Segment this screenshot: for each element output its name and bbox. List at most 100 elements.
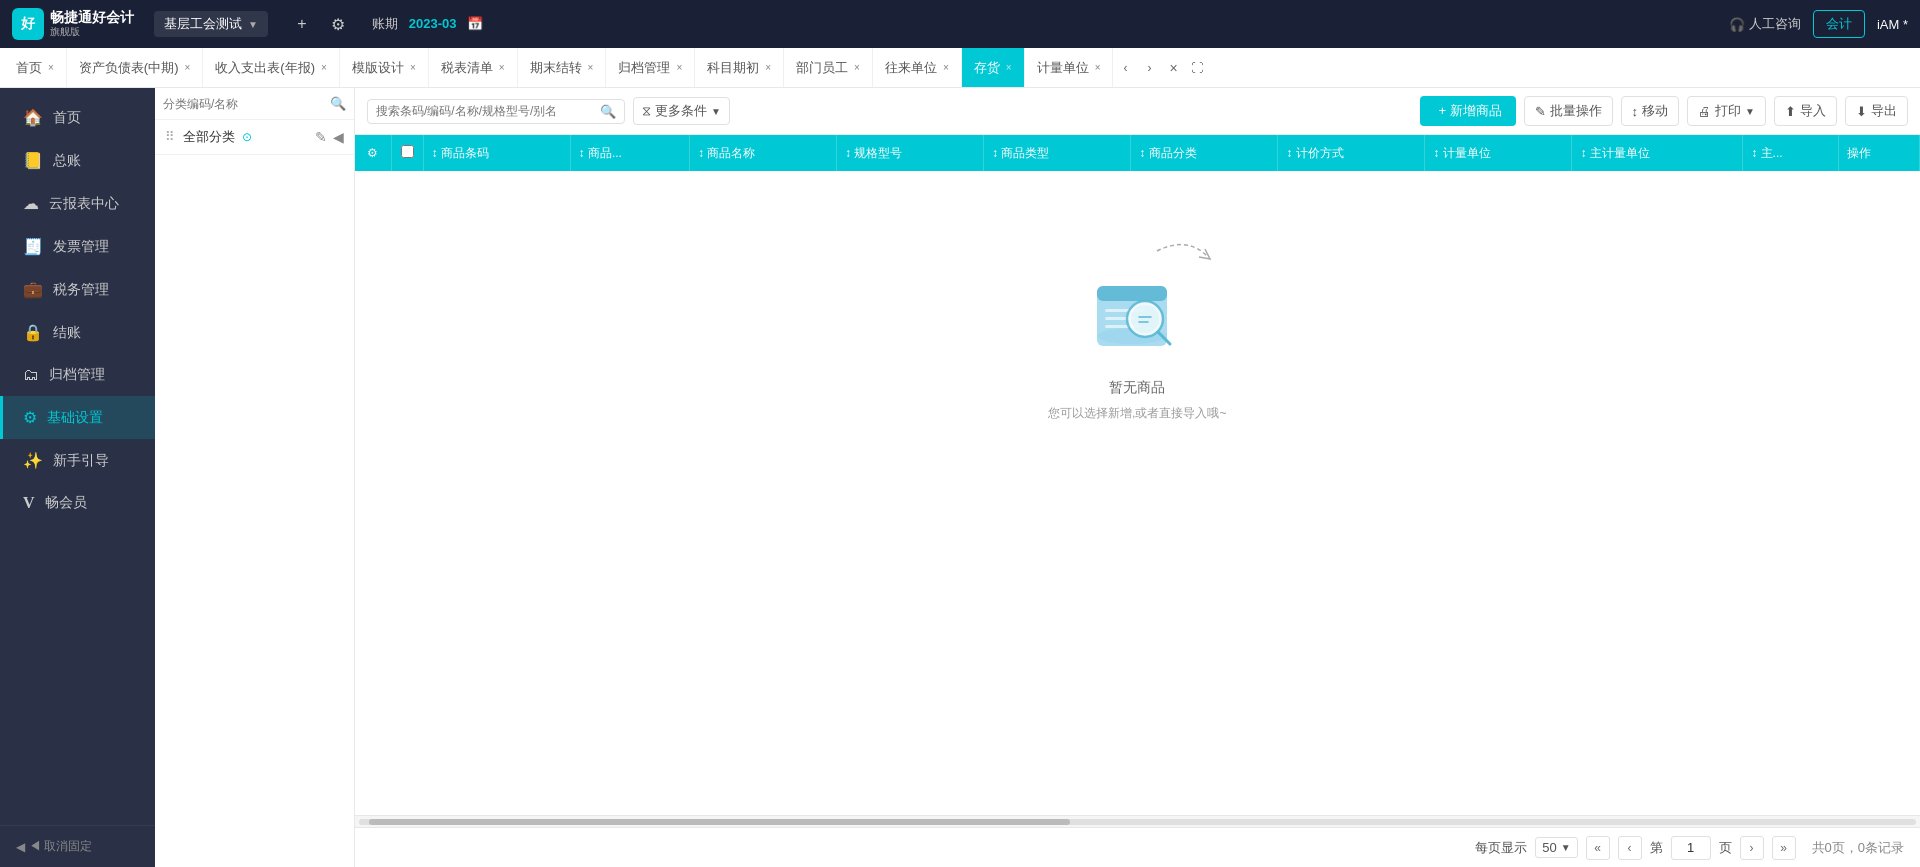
category-header: ⠿ 全部分类 ⊙ ✎ ◀ bbox=[155, 120, 354, 155]
batch-operations-btn[interactable]: ✎ 批量操作 bbox=[1524, 96, 1613, 126]
page-number-input[interactable] bbox=[1671, 836, 1711, 860]
product-search-bar: 🔍 bbox=[367, 99, 625, 124]
tab-close-icon[interactable]: × bbox=[676, 62, 682, 73]
sidebar-label: 发票管理 bbox=[53, 238, 109, 256]
scroll-thumb[interactable] bbox=[369, 819, 1070, 825]
tab-close-icon[interactable]: × bbox=[854, 62, 860, 73]
product-search-input[interactable] bbox=[376, 104, 596, 118]
tab-close-icon[interactable]: × bbox=[943, 62, 949, 73]
sidebar-item-cloud[interactable]: ☁ 云报表中心 bbox=[0, 182, 155, 225]
sidebar-item-invoice[interactable]: 🧾 发票管理 bbox=[0, 225, 155, 268]
tab-uom[interactable]: 计量单位 × bbox=[1025, 48, 1114, 88]
print-arrow-icon: ▼ bbox=[1745, 106, 1755, 117]
sidebar-item-settings[interactable]: ⚙ 基础设置 bbox=[0, 396, 155, 439]
add-tab-btn[interactable]: + bbox=[288, 10, 316, 38]
page-size-select[interactable]: 50 ▼ bbox=[1535, 837, 1577, 858]
first-page-btn[interactable]: « bbox=[1586, 836, 1610, 860]
tab-taxlist[interactable]: 税表清单 × bbox=[429, 48, 518, 88]
tab-next-btn[interactable]: › bbox=[1137, 48, 1161, 88]
tab-expand-btn[interactable]: ⛶ bbox=[1185, 48, 1209, 88]
tab-archive[interactable]: 归档管理 × bbox=[606, 48, 695, 88]
company-selector[interactable]: 基层工会测试 ▼ bbox=[154, 11, 268, 37]
tab-close-icon[interactable]: × bbox=[48, 62, 54, 73]
account-btn[interactable]: 会计 bbox=[1813, 10, 1865, 38]
tab-prev-btn[interactable]: ‹ bbox=[1113, 48, 1137, 88]
horizontal-scrollbar[interactable] bbox=[355, 815, 1920, 827]
tab-subject[interactable]: 科目期初 × bbox=[695, 48, 784, 88]
tab-close-icon[interactable]: × bbox=[410, 62, 416, 73]
col-main2[interactable]: ↕ 主... bbox=[1743, 135, 1839, 171]
tab-label: 计量单位 bbox=[1037, 59, 1089, 77]
tab-close-icon[interactable]: × bbox=[1006, 62, 1012, 73]
category-search-input[interactable] bbox=[163, 97, 326, 111]
sidebar-item-home[interactable]: 🏠 首页 bbox=[0, 96, 155, 139]
print-btn[interactable]: 🖨 打印 ▼ bbox=[1687, 96, 1766, 126]
company-name: 基层工会测试 bbox=[164, 15, 242, 33]
import-btn[interactable]: ⬆ 导入 bbox=[1774, 96, 1837, 126]
search-icon[interactable]: 🔍 bbox=[330, 96, 346, 111]
tab-customers[interactable]: 往来单位 × bbox=[873, 48, 962, 88]
sidebar-label: 畅会员 bbox=[45, 494, 87, 512]
tab-dept[interactable]: 部门员工 × bbox=[784, 48, 873, 88]
tab-close-icon[interactable]: × bbox=[765, 62, 771, 73]
tab-close-icon[interactable]: × bbox=[499, 62, 505, 73]
export-btn[interactable]: ⬇ 导出 bbox=[1845, 96, 1908, 126]
col-category[interactable]: ↕ 商品分类 bbox=[1131, 135, 1278, 171]
scroll-track[interactable] bbox=[359, 819, 1916, 825]
calendar-icon[interactable]: 📅 bbox=[467, 16, 483, 31]
col-barcode[interactable]: ↕ 商品条码 bbox=[423, 135, 570, 171]
prev-page-btn[interactable]: ‹ bbox=[1618, 836, 1642, 860]
sidebar-footer[interactable]: ◀ ◀ 取消固定 bbox=[0, 825, 155, 867]
col-type[interactable]: ↕ 商品类型 bbox=[984, 135, 1131, 171]
sidebar-item-close[interactable]: 🔒 结账 bbox=[0, 311, 155, 354]
period-value[interactable]: 2023-03 bbox=[409, 16, 457, 31]
edit-category-icon[interactable]: ✎ bbox=[315, 129, 327, 145]
tab-income[interactable]: 收入支出表(年报) × bbox=[203, 48, 340, 88]
last-page-btn[interactable]: » bbox=[1772, 836, 1796, 860]
col-checkbox[interactable] bbox=[391, 135, 423, 171]
member-icon: V bbox=[23, 494, 35, 512]
col-pricing[interactable]: ↕ 计价方式 bbox=[1278, 135, 1425, 171]
add-product-btn[interactable]: + 新增商品 bbox=[1420, 96, 1515, 126]
sidebar-label: 归档管理 bbox=[49, 366, 105, 384]
tab-close-icon[interactable]: × bbox=[1095, 62, 1101, 73]
tab-label: 期末结转 bbox=[530, 59, 582, 77]
tab-close-all-btn[interactable]: × bbox=[1161, 48, 1185, 88]
total-records: 共0页，0条记录 bbox=[1812, 839, 1904, 857]
col-name[interactable]: ↕ 商品名称 bbox=[689, 135, 836, 171]
tab-close-icon[interactable]: × bbox=[185, 62, 191, 73]
sidebar-item-archive[interactable]: 🗂 归档管理 bbox=[0, 354, 155, 396]
tab-home[interactable]: 首页 × bbox=[4, 48, 67, 88]
col-main-uom[interactable]: ↕ 主计量单位 bbox=[1572, 135, 1743, 171]
move-btn[interactable]: ↕ 移动 bbox=[1621, 96, 1680, 126]
col-config[interactable]: ⚙ bbox=[355, 135, 391, 171]
all-category-label: ⠿ 全部分类 ⊙ bbox=[165, 128, 252, 146]
tab-assets[interactable]: 资产负债表(中期) × bbox=[67, 48, 204, 88]
settings-icon[interactable]: ⚙ bbox=[324, 10, 352, 38]
tab-template[interactable]: 模版设计 × bbox=[340, 48, 429, 88]
sidebar-label: 首页 bbox=[53, 109, 81, 127]
content-area: 🔍 ⠿ 全部分类 ⊙ ✎ ◀ bbox=[155, 88, 1920, 867]
archive-icon: 🗂 bbox=[23, 366, 39, 384]
tab-period-close[interactable]: 期末结转 × bbox=[518, 48, 607, 88]
tax-icon: 💼 bbox=[23, 280, 43, 299]
select-all-checkbox[interactable] bbox=[401, 145, 414, 158]
sidebar-item-tax[interactable]: 💼 税务管理 bbox=[0, 268, 155, 311]
tab-inventory[interactable]: 存货 × bbox=[962, 48, 1025, 88]
col-spec[interactable]: ↕ 规格型号 bbox=[837, 135, 984, 171]
svg-point-7 bbox=[1131, 305, 1159, 333]
top-right: 🎧 人工咨询 会计 iAM * bbox=[1729, 10, 1908, 38]
more-conditions-btn[interactable]: ⧖ 更多条件 ▼ bbox=[633, 97, 730, 125]
header-actions: + ⚙ bbox=[288, 10, 352, 38]
sidebar-item-ledger[interactable]: 📒 总账 bbox=[0, 139, 155, 182]
tab-close-icon[interactable]: × bbox=[588, 62, 594, 73]
collapse-panel-icon[interactable]: ◀ bbox=[333, 129, 344, 145]
search-icon[interactable]: 🔍 bbox=[600, 104, 616, 119]
tab-close-icon[interactable]: × bbox=[321, 62, 327, 73]
consult-btn[interactable]: 🎧 人工咨询 bbox=[1729, 15, 1801, 33]
next-page-btn[interactable]: › bbox=[1740, 836, 1764, 860]
sidebar-item-guide[interactable]: ✨ 新手引导 bbox=[0, 439, 155, 482]
sidebar-item-member[interactable]: V 畅会员 bbox=[0, 482, 155, 524]
col-uom[interactable]: ↕ 计量单位 bbox=[1425, 135, 1572, 171]
col-code[interactable]: ↕ 商品... bbox=[570, 135, 689, 171]
